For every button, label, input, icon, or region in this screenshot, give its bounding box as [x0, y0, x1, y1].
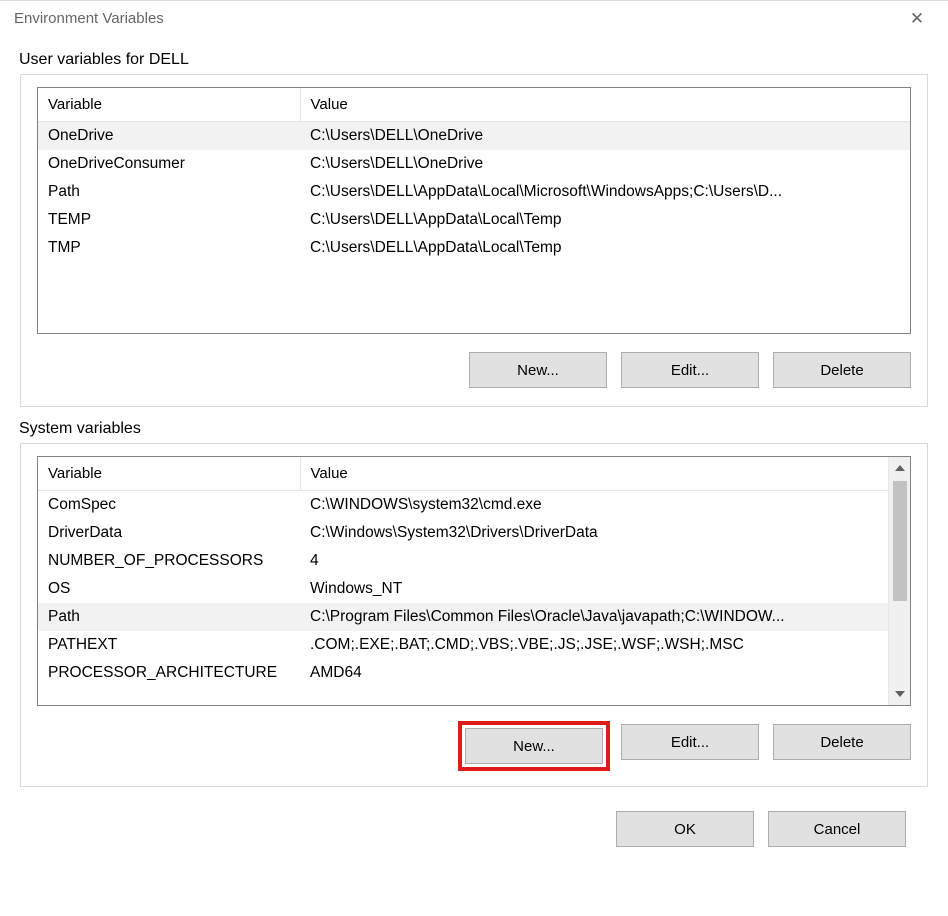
system-new-button[interactable]: New...	[465, 728, 603, 764]
dialog-buttons-row: OK Cancel	[20, 787, 928, 857]
table-row[interactable]: PATHEXT.COM;.EXE;.BAT;.CMD;.VBS;.VBE;.JS…	[38, 631, 888, 659]
close-icon: ✕	[910, 9, 924, 29]
cell-value: C:\WINDOWS\system32\cmd.exe	[300, 491, 888, 520]
system-variables-table-container: Variable Value ComSpecC:\WINDOWS\system3…	[37, 456, 911, 706]
system-scrollbar[interactable]	[888, 457, 910, 705]
user-variables-group: User variables for DELL Variable Value O…	[20, 74, 928, 407]
user-variables-legend: User variables for DELL	[19, 51, 189, 69]
cell-variable: Path	[38, 178, 300, 206]
table-row[interactable]: OSWindows_NT	[38, 575, 888, 603]
system-delete-button[interactable]: Delete	[773, 724, 911, 760]
cell-variable: OS	[38, 575, 300, 603]
cell-value: Windows_NT	[300, 575, 888, 603]
close-button[interactable]: ✕	[894, 4, 940, 34]
cell-value: C:\Users\DELL\AppData\Local\Microsoft\Wi…	[300, 178, 910, 206]
cell-variable: PROCESSOR_ARCHITECTURE	[38, 659, 300, 687]
user-delete-button[interactable]: Delete	[773, 352, 911, 388]
system-col-value[interactable]: Value	[300, 457, 888, 491]
titlebar: Environment Variables ✕	[0, 0, 948, 36]
user-variables-table[interactable]: Variable Value OneDriveC:\Users\DELL\One…	[38, 88, 910, 262]
cell-value: .COM;.EXE;.BAT;.CMD;.VBS;.VBE;.JS;.JSE;.…	[300, 631, 888, 659]
cell-variable: ComSpec	[38, 491, 300, 520]
cell-variable: Path	[38, 603, 300, 631]
cell-value: C:\Users\DELL\AppData\Local\Temp	[300, 206, 910, 234]
cell-value: C:\Users\DELL\OneDrive	[300, 150, 910, 178]
user-edit-button[interactable]: Edit...	[621, 352, 759, 388]
table-row[interactable]: DriverDataC:\Windows\System32\Drivers\Dr…	[38, 519, 888, 547]
cell-value: C:\Users\DELL\AppData\Local\Temp	[300, 234, 910, 262]
system-variables-table[interactable]: Variable Value ComSpecC:\WINDOWS\system3…	[38, 457, 888, 687]
cell-variable: NUMBER_OF_PROCESSORS	[38, 547, 300, 575]
scroll-up-icon[interactable]	[889, 457, 911, 479]
user-col-value[interactable]: Value	[300, 88, 910, 122]
cell-variable: OneDriveConsumer	[38, 150, 300, 178]
user-variables-table-container: Variable Value OneDriveC:\Users\DELL\One…	[37, 87, 911, 334]
system-edit-button[interactable]: Edit...	[621, 724, 759, 760]
table-row[interactable]: OneDriveC:\Users\DELL\OneDrive	[38, 122, 910, 151]
cell-variable: TMP	[38, 234, 300, 262]
cell-variable: OneDrive	[38, 122, 300, 151]
cancel-button[interactable]: Cancel	[768, 811, 906, 847]
scroll-down-icon[interactable]	[889, 683, 911, 705]
user-new-button[interactable]: New...	[469, 352, 607, 388]
highlight-new-button: New...	[461, 724, 607, 768]
cell-value: 4	[300, 547, 888, 575]
cell-value: C:\Program Files\Common Files\Oracle\Jav…	[300, 603, 888, 631]
cell-value: AMD64	[300, 659, 888, 687]
window-title: Environment Variables	[14, 10, 164, 27]
cell-variable: DriverData	[38, 519, 300, 547]
dialog-content: User variables for DELL Variable Value O…	[0, 36, 948, 916]
cell-value: C:\Windows\System32\Drivers\DriverData	[300, 519, 888, 547]
ok-button[interactable]: OK	[616, 811, 754, 847]
table-row[interactable]: PathC:\Users\DELL\AppData\Local\Microsof…	[38, 178, 910, 206]
user-buttons-row: New... Edit... Delete	[37, 352, 911, 388]
table-row[interactable]: PROCESSOR_ARCHITECTUREAMD64	[38, 659, 888, 687]
table-row[interactable]: OneDriveConsumerC:\Users\DELL\OneDrive	[38, 150, 910, 178]
table-row[interactable]: PathC:\Program Files\Common Files\Oracle…	[38, 603, 888, 631]
table-row[interactable]: NUMBER_OF_PROCESSORS4	[38, 547, 888, 575]
scroll-thumb[interactable]	[893, 481, 907, 601]
table-row[interactable]: TEMPC:\Users\DELL\AppData\Local\Temp	[38, 206, 910, 234]
system-variables-legend: System variables	[19, 420, 141, 438]
environment-variables-dialog: Environment Variables ✕ User variables f…	[0, 0, 948, 916]
cell-value: C:\Users\DELL\OneDrive	[300, 122, 910, 151]
user-col-variable[interactable]: Variable	[38, 88, 300, 122]
cell-variable: PATHEXT	[38, 631, 300, 659]
cell-variable: TEMP	[38, 206, 300, 234]
system-buttons-row: New... Edit... Delete	[37, 724, 911, 768]
table-row[interactable]: ComSpecC:\WINDOWS\system32\cmd.exe	[38, 491, 888, 520]
system-col-variable[interactable]: Variable	[38, 457, 300, 491]
table-row[interactable]: TMPC:\Users\DELL\AppData\Local\Temp	[38, 234, 910, 262]
system-variables-group: System variables Variable Value ComSpecC…	[20, 443, 928, 787]
